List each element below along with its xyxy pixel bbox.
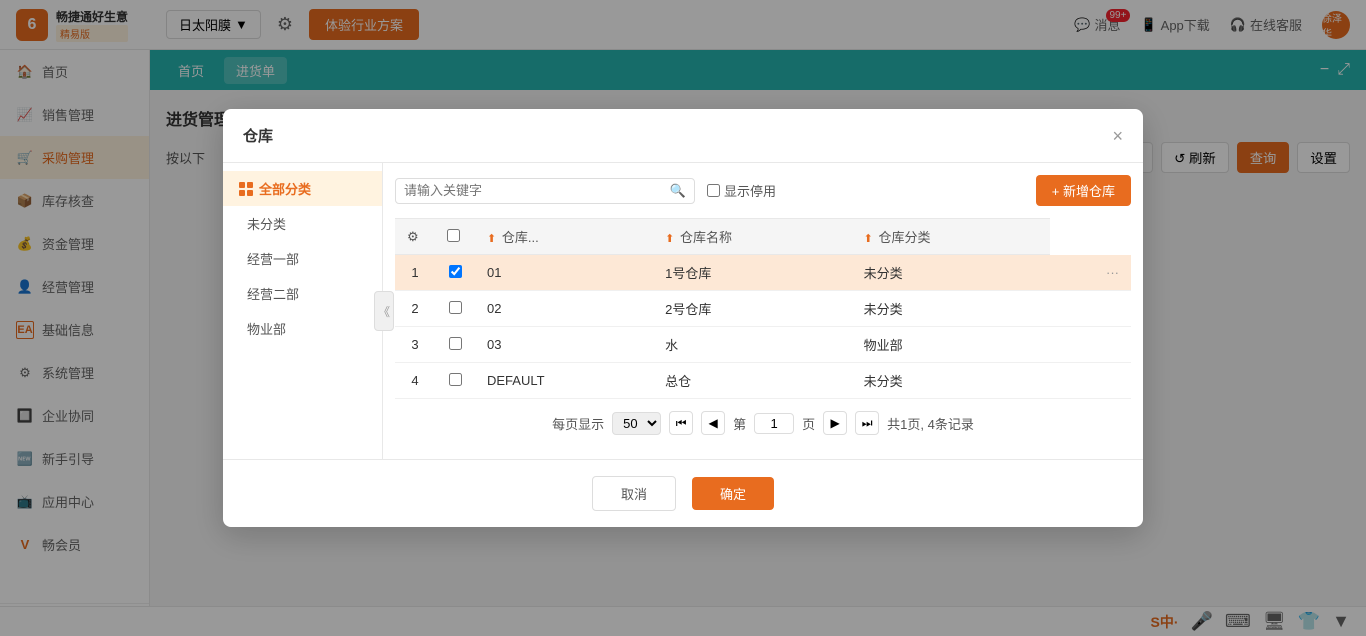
select-all-checkbox[interactable] (447, 229, 460, 242)
prev-page-button[interactable]: ◀ (701, 411, 725, 435)
collapse-panel-button[interactable]: 《 (374, 291, 394, 331)
page-size-select[interactable]: 50 (612, 412, 661, 435)
td-actions-empty (1050, 291, 1131, 327)
table-panel: 🔍 显示停用 + 新增仓库 ⚙ (383, 163, 1143, 459)
category-item-property[interactable]: 物业部 (223, 311, 382, 346)
warehouse-table: ⚙ ⬆ 仓库... ⬆ 仓库名称 (395, 218, 1131, 399)
td-code: 02 (475, 291, 653, 327)
page-label: 第 (733, 414, 746, 433)
search-input-wrap: 🔍 (395, 178, 695, 204)
category-item-ops2[interactable]: 经营二部 (223, 276, 382, 311)
table-row[interactable]: 2 02 2号仓库 未分类 (395, 291, 1131, 327)
td-category: 未分类 (852, 255, 1050, 291)
dialog-overlay: 仓库 × 全部分类 未分类 经营一部 经营二部 物业部 《 (0, 0, 1366, 636)
show-disabled-checkbox[interactable] (707, 184, 720, 197)
table-container: ⚙ ⬆ 仓库... ⬆ 仓库名称 (395, 218, 1131, 399)
table-row[interactable]: 3 03 水 物业部 (395, 327, 1131, 363)
table-header-row: ⚙ ⬆ 仓库... ⬆ 仓库名称 (395, 219, 1131, 255)
td-category: 未分类 (852, 291, 1050, 327)
sort-icon-category: ⬆ (864, 233, 873, 245)
td-index: 1 (395, 255, 435, 291)
search-icon[interactable]: 🔍 (670, 183, 686, 199)
dialog-title: 仓库 (243, 125, 273, 146)
td-category: 物业部 (852, 327, 1050, 363)
td-name: 1号仓库 (653, 255, 851, 291)
td-actions-empty (1050, 327, 1131, 363)
td-actions[interactable]: ··· (1050, 255, 1131, 291)
td-category: 未分类 (852, 363, 1050, 399)
page-number-input[interactable] (754, 413, 794, 434)
td-name: 总仓 (653, 363, 851, 399)
td-index: 3 (395, 327, 435, 363)
th-settings: ⚙ (395, 219, 435, 255)
td-checkbox[interactable] (435, 327, 475, 363)
td-code: 01 (475, 255, 653, 291)
sort-icon-code: ⬆ (487, 233, 496, 245)
page-unit: 页 (802, 414, 815, 433)
dialog-close-button[interactable]: × (1112, 127, 1123, 145)
last-page-button[interactable]: ⏭ (855, 411, 879, 435)
dialog-header: 仓库 × (223, 109, 1143, 163)
td-name: 水 (653, 327, 851, 363)
category-item-ops1[interactable]: 经营一部 (223, 241, 382, 276)
show-disabled-label[interactable]: 显示停用 (707, 181, 776, 200)
dialog-body: 全部分类 未分类 经营一部 经营二部 物业部 《 🔍 (223, 163, 1143, 459)
th-category: ⬆ 仓库分类 (852, 219, 1050, 255)
table-row[interactable]: 4 DEFAULT 总仓 未分类 (395, 363, 1131, 399)
td-index: 4 (395, 363, 435, 399)
add-warehouse-button[interactable]: + 新增仓库 (1036, 175, 1131, 206)
sort-icon-name: ⬆ (665, 233, 674, 245)
pagination: 每页显示 50 ⏮ ◀ 第 页 ▶ ⏭ 共1页, 4条记录 (395, 399, 1131, 447)
td-checkbox[interactable] (435, 291, 475, 327)
row-checkbox[interactable] (449, 337, 462, 350)
category-all[interactable]: 全部分类 (223, 171, 382, 206)
td-checkbox[interactable] (435, 363, 475, 399)
row-checkbox[interactable] (449, 373, 462, 386)
row-checkbox[interactable] (449, 301, 462, 314)
warehouse-dialog: 仓库 × 全部分类 未分类 经营一部 经营二部 物业部 《 (223, 109, 1143, 527)
td-checkbox[interactable] (435, 255, 475, 291)
category-item-unclassified[interactable]: 未分类 (223, 206, 382, 241)
dialog-footer: 取消 确定 (223, 459, 1143, 527)
td-name: 2号仓库 (653, 291, 851, 327)
th-code: ⬆ 仓库... (475, 219, 653, 255)
next-page-button[interactable]: ▶ (823, 411, 847, 435)
cancel-button[interactable]: 取消 (592, 476, 676, 511)
grid-icon (239, 182, 253, 196)
first-page-button[interactable]: ⏮ (669, 411, 693, 435)
td-index: 2 (395, 291, 435, 327)
table-row[interactable]: 1 01 1号仓库 未分类 ··· (395, 255, 1131, 291)
td-code: DEFAULT (475, 363, 653, 399)
th-checkbox (435, 219, 475, 255)
td-code: 03 (475, 327, 653, 363)
search-input[interactable] (404, 183, 670, 198)
th-name: ⬆ 仓库名称 (653, 219, 851, 255)
category-panel: 全部分类 未分类 经营一部 经营二部 物业部 《 (223, 163, 383, 459)
table-toolbar: 🔍 显示停用 + 新增仓库 (395, 175, 1131, 206)
td-actions-empty (1050, 363, 1131, 399)
total-label: 共1页, 4条记录 (887, 414, 974, 433)
confirm-button[interactable]: 确定 (692, 477, 774, 510)
row-checkbox[interactable] (449, 265, 462, 278)
